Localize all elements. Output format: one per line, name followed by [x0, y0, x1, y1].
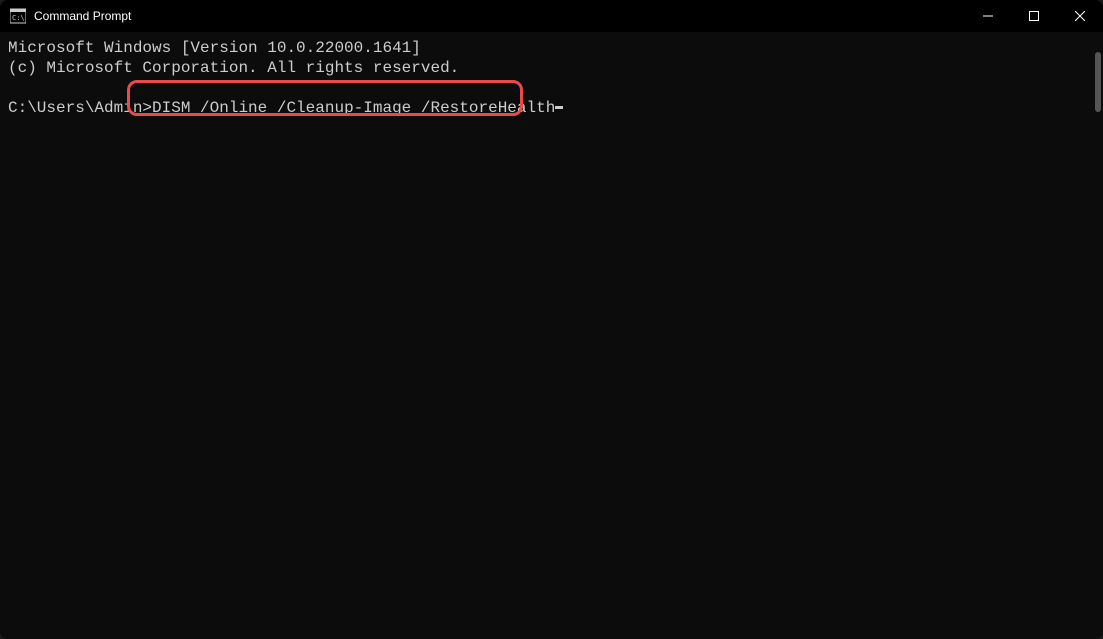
- svg-text:C:\: C:\: [12, 14, 25, 22]
- prompt-path: C:\Users\Admin>: [8, 98, 152, 118]
- blank-line: [8, 78, 1095, 98]
- terminal-body[interactable]: Microsoft Windows [Version 10.0.22000.16…: [0, 32, 1103, 639]
- titlebar[interactable]: C:\ Command Prompt: [0, 0, 1103, 32]
- cmd-icon: C:\: [10, 8, 26, 24]
- minimize-button[interactable]: [965, 0, 1011, 32]
- cursor-icon: [555, 106, 563, 109]
- scrollbar-thumb[interactable]: [1095, 52, 1101, 112]
- version-line: Microsoft Windows [Version 10.0.22000.16…: [8, 38, 1095, 58]
- prompt-line: C:\Users\Admin>DISM /Online /Cleanup-Ima…: [8, 98, 1095, 118]
- window-title: Command Prompt: [34, 9, 131, 23]
- copyright-line: (c) Microsoft Corporation. All rights re…: [8, 58, 1095, 78]
- command-prompt-window: C:\ Command Prompt: [0, 0, 1103, 639]
- maximize-button[interactable]: [1011, 0, 1057, 32]
- window-controls: [965, 0, 1103, 32]
- command-input[interactable]: DISM /Online /Cleanup-Image /RestoreHeal…: [152, 98, 555, 118]
- close-button[interactable]: [1057, 0, 1103, 32]
